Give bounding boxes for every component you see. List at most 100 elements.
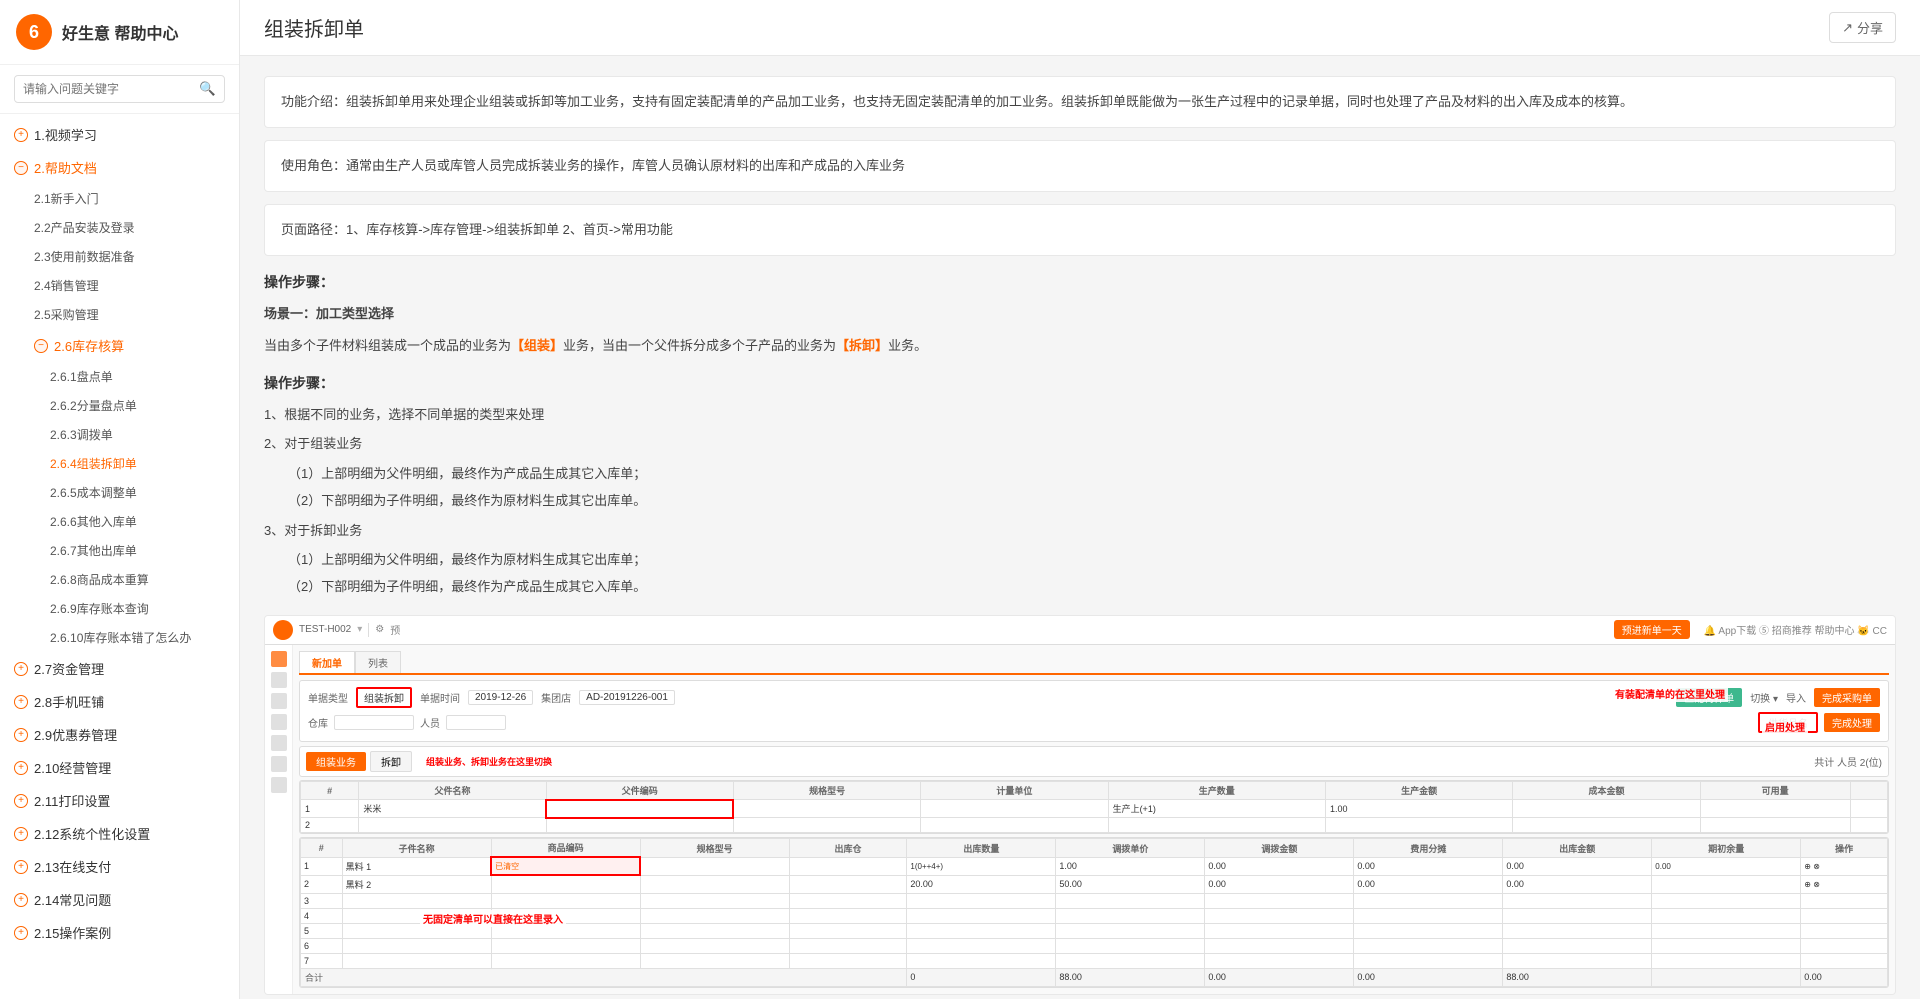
- table-row: 3: [301, 893, 1888, 908]
- sidebar-item-2-5[interactable]: 2.5采购管理: [0, 300, 239, 329]
- scenario-desc: 当由多个子件材料组装成一个成品的业务为【组装】业务，当由一个父件拆分成多个子产品…: [264, 334, 1896, 357]
- sidebar-item-2-9[interactable]: + 2.9优惠券管理: [0, 718, 239, 751]
- sidebar-item-label: 2.帮助文档: [34, 158, 97, 177]
- annotation-1: 有装配清单的在这里处理: [1612, 685, 1728, 702]
- share-icon: ↗: [1842, 20, 1853, 36]
- sidebar-item-2-7[interactable]: + 2.7资金管理: [0, 652, 239, 685]
- sidebar-item-2-11[interactable]: + 2.11打印设置: [0, 784, 239, 817]
- step-3: 3、对于拆卸业务: [264, 519, 1896, 542]
- sidebar-item-2-6-8[interactable]: 2.6.8商品成本重算: [0, 565, 239, 594]
- sidebar-label-2-8: 2.8手机旺铺: [34, 692, 104, 711]
- sidebar-label-2-11: 2.11打印设置: [34, 791, 110, 810]
- sidebar-item-2-6-6[interactable]: 2.6.6其他入库单: [0, 507, 239, 536]
- page-title: 组装拆卸单: [264, 13, 364, 42]
- sidebar-item-label: 1.视频学习: [34, 125, 97, 144]
- sidebar-item-2-6-5[interactable]: 2.6.5成本调整单: [0, 478, 239, 507]
- sidebar-item-video[interactable]: + 1.视频学习: [0, 118, 239, 151]
- mock-icon-6: [271, 777, 287, 793]
- sidebar-item-2-3[interactable]: 2.3使用前数据准备: [0, 242, 239, 271]
- role-box: 使用角色：通常由生产人员或库管人员完成拆装业务的操作，库管人员确认原材料的出库和…: [264, 140, 1896, 192]
- mock-icon-3: [271, 714, 287, 730]
- sidebar-item-2-14[interactable]: + 2.14常见问题: [0, 883, 239, 916]
- table-row: 2: [301, 818, 1888, 833]
- mock-tabs: 新加单 列表: [299, 651, 1889, 675]
- table-row: 1 黑料 1 已清空 1(0++4+) 1.00 0.00 0.00: [301, 857, 1888, 875]
- mock-person-field: [446, 715, 506, 730]
- logo-area: 6 好生意 帮助中心: [0, 0, 239, 65]
- sidebar-item-help-docs[interactable]: − 2.帮助文档: [0, 151, 239, 184]
- step-2-1: （1）上部明细为父件明细，最终作为产成品生成其它入库单；: [288, 462, 1896, 485]
- share-label: 分享: [1857, 18, 1883, 37]
- mock-left-icons: [265, 645, 293, 994]
- mock-type-field: 组装拆卸: [356, 687, 412, 708]
- share-button[interactable]: ↗ 分享: [1829, 12, 1896, 43]
- mock-tab-new[interactable]: 新加单: [299, 651, 355, 673]
- sidebar-label-2-14: 2.14常见问题: [34, 890, 111, 909]
- collapse-icon: −: [14, 161, 28, 175]
- sidebar-item-2-15[interactable]: + 2.15操作案例: [0, 916, 239, 949]
- sidebar-item-2-6-7[interactable]: 2.6.7其他出库单: [0, 536, 239, 565]
- expand-icon-2-12: +: [14, 827, 28, 841]
- path-text: 页面路径：1、库存核算->库存管理->组装拆卸单 2、首页->常用功能: [281, 222, 673, 237]
- sidebar-item-2-10[interactable]: + 2.10经营管理: [0, 751, 239, 784]
- sidebar-item-2-6-1[interactable]: 2.6.1盘点单: [0, 362, 239, 391]
- mock-confirm-btn[interactable]: 完成处理: [1824, 713, 1880, 732]
- sidebar-item-2-6-3[interactable]: 2.6.3调拨单: [0, 420, 239, 449]
- mock-logo-icon: [273, 620, 293, 640]
- screenshot-container: TEST-H002 ▾ ⚙ 预 预进新单一天 🔔 App下载 ⑤ 招商推荐 帮助…: [264, 615, 1896, 995]
- mock-icon-2: [271, 693, 287, 709]
- table-row: 1 米米 生产上(+1) 1.00: [301, 800, 1888, 818]
- sidebar-label-2-6: 2.6库存核算: [54, 336, 124, 355]
- expand-icon-2-8: +: [14, 695, 28, 709]
- sidebar-item-2-12[interactable]: + 2.12系统个性化设置: [0, 817, 239, 850]
- sidebar-item-2-6-4[interactable]: 2.6.4组装拆卸单: [0, 449, 239, 478]
- sidebar: 6 好生意 帮助中心 🔍 + 1.视频学习 − 2.帮助文档 2.1新手入门 2…: [0, 0, 240, 999]
- table-footer-row: 合计 0 88.00 0.00 0.00 88.00 0.00: [301, 968, 1888, 986]
- mock-tab-list[interactable]: 列表: [355, 651, 401, 673]
- mock-complete-btn[interactable]: 完成采购单: [1814, 688, 1880, 707]
- sidebar-item-2-13[interactable]: + 2.13在线支付: [0, 850, 239, 883]
- mock-date-field: 2019-12-26: [468, 690, 533, 705]
- sidebar-item-2-2[interactable]: 2.2产品安装及登录: [0, 213, 239, 242]
- step-3-1: （1）上部明细为父件明细，最终作为原材料生成其它出库单；: [288, 548, 1896, 571]
- main-area: 组装拆卸单 ↗ 分享 功能介绍：组装拆卸单用来处理企业组装或拆卸等加工业务，支持…: [240, 0, 1920, 999]
- sidebar-label-2-15: 2.15操作案例: [34, 923, 111, 942]
- step-2: 2、对于组装业务: [264, 432, 1896, 455]
- sidebar-item-2-4[interactable]: 2.4销售管理: [0, 271, 239, 300]
- annotation-3: 启用处理: [1762, 718, 1808, 735]
- mock-icon-1: [271, 672, 287, 688]
- steps-heading: 操作步骤：: [264, 373, 1896, 393]
- mock-icon-4: [271, 735, 287, 751]
- sidebar-label-2-10: 2.10经营管理: [34, 758, 111, 777]
- mock-form-row2: 仓库 人员 供货品名 完成处理: [308, 712, 1880, 733]
- sidebar-item-2-8[interactable]: + 2.8手机旺铺: [0, 685, 239, 718]
- ops-heading: 操作步骤：: [264, 272, 1896, 292]
- mock-subtabs: 组装业务 拆卸 组装业务、拆卸业务在这里切换 共计 人员 2(位): [299, 746, 1889, 777]
- sidebar-item-2-6-10[interactable]: 2.6.10库存账本错了怎么办: [0, 623, 239, 652]
- scenario-heading: 场景一：加工类型选择: [264, 302, 1896, 325]
- content-area: 功能介绍：组装拆卸单用来处理企业组装或拆卸等加工业务，支持有固定装配清单的产品加…: [240, 56, 1920, 999]
- path-box: 页面路径：1、库存核算->库存管理->组装拆卸单 2、首页->常用功能: [264, 204, 1896, 256]
- search-input[interactable]: [15, 77, 191, 101]
- sidebar-item-2-6[interactable]: − 2.6库存核算: [0, 329, 239, 362]
- mock-assemble-tab[interactable]: 组装业务: [306, 752, 366, 771]
- nav-section: + 1.视频学习 − 2.帮助文档 2.1新手入门 2.2产品安装及登录 2.3…: [0, 114, 239, 953]
- expand-icon-2-14: +: [14, 893, 28, 907]
- sidebar-item-2-6-2[interactable]: 2.6.2分量盘点单: [0, 391, 239, 420]
- mock-main-content: 新加单 列表 单据类型 组装拆卸 单据时间 2019-12-26 集团店: [293, 645, 1895, 994]
- search-button[interactable]: 🔍: [191, 76, 224, 102]
- annotation-2: 组装业务、拆卸业务在这里切换: [426, 755, 552, 768]
- sidebar-item-2-1[interactable]: 2.1新手入门: [0, 184, 239, 213]
- sidebar-label-2-9: 2.9优惠券管理: [34, 725, 117, 744]
- mock-disassemble-tab[interactable]: 拆卸: [370, 751, 412, 772]
- mock-upper-table: # 父件名称 父件编码 规格型号 计量单位 生产数量 生产金额 成本金额 可用量: [299, 780, 1889, 835]
- search-box[interactable]: 🔍: [14, 75, 225, 103]
- mock-new-order-btn[interactable]: 预进新单一天: [1614, 620, 1690, 639]
- step-2-2: （2）下部明细为子件明细，最终作为原材料生成其它出库单。: [288, 489, 1896, 512]
- intro-text: 功能介绍：组装拆卸单用来处理企业组装或拆卸等加工业务，支持有固定装配清单的产品加…: [281, 94, 1633, 109]
- sidebar-item-2-6-9[interactable]: 2.6.9库存账本查询: [0, 594, 239, 623]
- expand-icon: +: [14, 128, 28, 142]
- mock-id-field: AD-20191226-001: [579, 690, 675, 705]
- expand-icon-2-11: +: [14, 794, 28, 808]
- search-area: 🔍: [0, 65, 239, 114]
